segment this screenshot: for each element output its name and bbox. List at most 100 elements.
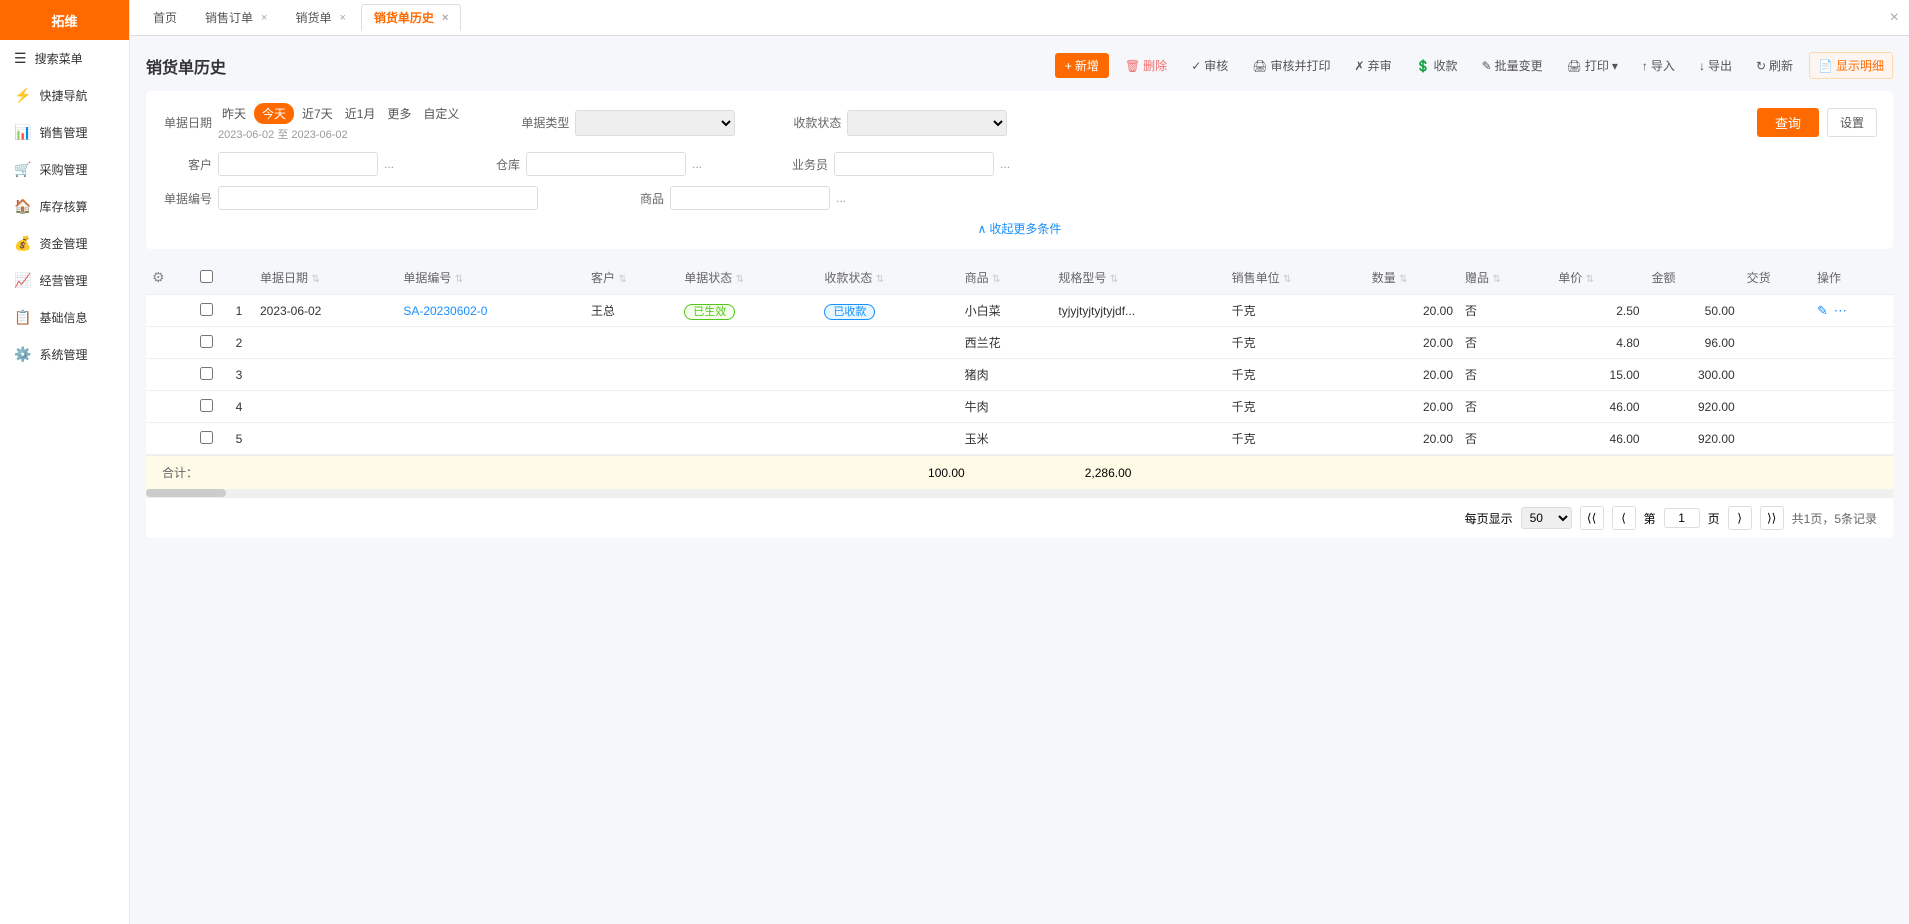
row-checkbox[interactable]: [200, 431, 213, 444]
sidebar-item-search-menu[interactable]: ☰ 搜索菜单: [0, 40, 129, 77]
delete-button[interactable]: 🗑 删除: [1117, 53, 1175, 78]
tab-sales-history-close[interactable]: ×: [442, 12, 448, 24]
tab-close-all-button[interactable]: ×: [1890, 9, 1899, 27]
collapse-button[interactable]: ∧ 收起更多条件: [162, 220, 1877, 237]
col-price-header[interactable]: 单价 ⇅: [1552, 261, 1645, 295]
batch-change-button[interactable]: ✎ 批量变更: [1474, 53, 1551, 78]
warehouse-ellipsis[interactable]: ...: [692, 157, 702, 171]
select-all-checkbox[interactable]: [200, 270, 213, 283]
filter-goods: 商品 ...: [614, 186, 846, 210]
shortcut-today[interactable]: 今天: [254, 103, 294, 124]
cell-spec: [1052, 391, 1225, 423]
shortcut-7days[interactable]: 近7天: [298, 103, 337, 124]
sidebar-item-inventory[interactable]: 🏠 库存核算: [0, 188, 129, 225]
cell-paystatus: 已收款: [818, 295, 958, 327]
salesman-input[interactable]: [834, 152, 994, 176]
customer-input[interactable]: [218, 152, 378, 176]
more-op-btn[interactable]: ⋯: [1834, 303, 1847, 319]
shortcut-more[interactable]: 更多: [383, 103, 415, 124]
col-transaction-header[interactable]: 交货: [1741, 261, 1811, 295]
col-amount-header[interactable]: 金额: [1646, 261, 1741, 295]
setting-button[interactable]: 设置: [1827, 108, 1877, 137]
row-checkbox[interactable]: [200, 335, 213, 348]
col-unit-header[interactable]: 销售单位 ⇅: [1226, 261, 1366, 295]
cell-docno: [397, 423, 585, 455]
collect-button[interactable]: 💲 收款: [1408, 53, 1466, 78]
query-button[interactable]: 查询: [1757, 108, 1819, 137]
table-footer: 合计： 100.00 2,286.00: [146, 455, 1893, 489]
show-detail-button[interactable]: 📄 显示明细: [1809, 52, 1893, 79]
payment-status-select[interactable]: [847, 110, 1007, 136]
cell-num: 5: [224, 423, 254, 455]
col-paystatus-header[interactable]: 收款状态 ⇅: [818, 261, 958, 295]
tab-sales-order[interactable]: 销售订单 ×: [192, 4, 280, 31]
last-page-button[interactable]: ⟩⟩: [1760, 506, 1784, 530]
col-gift-header[interactable]: 赠品 ⇅: [1459, 261, 1552, 295]
cell-unit: 千克: [1226, 391, 1366, 423]
doc-no-link[interactable]: SA-20230602-0: [403, 304, 487, 318]
new-button[interactable]: + 新增: [1055, 53, 1109, 78]
tab-sales-order-close[interactable]: ×: [261, 12, 267, 24]
sidebar-item-purchase-mgmt[interactable]: 🛒 采购管理: [0, 151, 129, 188]
sidebar-item-quick-nav[interactable]: ⚡ 快捷导航: [0, 77, 129, 114]
cell-checkbox: [194, 295, 224, 327]
refresh-button[interactable]: ↻ 刷新: [1748, 53, 1801, 78]
col-qty-header[interactable]: 数量 ⇅: [1366, 261, 1459, 295]
col-docstatus-label: 单据状态: [684, 271, 732, 285]
first-page-button[interactable]: ⟨⟨: [1580, 506, 1604, 530]
cell-goods: 小白菜: [959, 295, 1053, 327]
doc-no-input[interactable]: [218, 186, 538, 210]
page-content: 销货单历史 + 新增 🗑 删除 ✓ 审核 🖨 审核并打印: [130, 36, 1909, 924]
sidebar-item-sales-mgmt[interactable]: 📊 销售管理: [0, 114, 129, 151]
col-date-header[interactable]: 单据日期 ⇅: [254, 261, 397, 295]
salesman-ellipsis[interactable]: ...: [1000, 157, 1010, 171]
audit-print-button[interactable]: 🖨 审核并打印: [1244, 53, 1338, 78]
export-button[interactable]: ↓ 导出: [1691, 53, 1740, 78]
abandon-button[interactable]: ✗ 弃审: [1347, 53, 1400, 78]
next-page-button[interactable]: ⟩: [1728, 506, 1752, 530]
col-customer-header[interactable]: 客户 ⇅: [585, 261, 678, 295]
col-docno-header[interactable]: 单据编号 ⇅: [397, 261, 585, 295]
edit-op-btn[interactable]: ✎: [1817, 303, 1828, 319]
page-number-input[interactable]: [1664, 508, 1700, 528]
shortcut-custom[interactable]: 自定义: [419, 103, 463, 124]
goods-input[interactable]: [670, 186, 830, 210]
row-checkbox[interactable]: [200, 367, 213, 380]
row-checkbox[interactable]: [200, 303, 213, 316]
cell-transaction: [1741, 359, 1811, 391]
scroll-thumb[interactable]: [146, 489, 226, 497]
shortcut-yesterday[interactable]: 昨天: [218, 103, 250, 124]
delete-icon: 🗑: [1125, 59, 1140, 73]
prev-page-button[interactable]: ⟨: [1612, 506, 1636, 530]
row-checkbox[interactable]: [200, 399, 213, 412]
sidebar-item-finance[interactable]: 💰 资金管理: [0, 225, 129, 262]
sidebar-item-operations[interactable]: 📈 经营管理: [0, 262, 129, 299]
print-button[interactable]: 🖨 打印 ▾: [1559, 53, 1626, 78]
cell-transaction: [1741, 327, 1811, 359]
date-shortcut-row: 昨天 今天 近7天 近1月 更多 自定义: [218, 103, 463, 124]
horizontal-scrollbar[interactable]: [146, 489, 1893, 497]
tab-sales-history[interactable]: 销货单历史 ×: [361, 4, 461, 31]
shortcut-1month[interactable]: 近1月: [341, 103, 380, 124]
table-row: 12023-06-02SA-20230602-0王总已生效已收款小白菜tyjyj…: [146, 295, 1893, 327]
col-docstatus-header[interactable]: 单据状态 ⇅: [678, 261, 818, 295]
audit-button[interactable]: ✓ 审核: [1183, 53, 1236, 78]
customer-ellipsis[interactable]: ...: [384, 157, 394, 171]
page-size-select[interactable]: 50 100 200: [1521, 507, 1572, 529]
warehouse-input[interactable]: [526, 152, 686, 176]
doc-type-select[interactable]: [575, 110, 735, 136]
tab-sales-delivery[interactable]: 销货单 ×: [282, 4, 358, 31]
col-spec-header[interactable]: 规格型号 ⇅: [1052, 261, 1225, 295]
tab-home[interactable]: 首页: [140, 4, 190, 31]
sidebar-item-sys-mgmt[interactable]: ⚙️ 系统管理: [0, 336, 129, 373]
purchase-icon: 🛒: [14, 161, 31, 178]
filter-doc-no: 单据编号: [162, 186, 538, 210]
tab-sales-delivery-close[interactable]: ×: [339, 12, 345, 24]
import-button[interactable]: ↑ 导入: [1634, 53, 1683, 78]
sidebar: 拓维 ☰ 搜索菜单 ⚡ 快捷导航 📊 销售管理 🛒 采购管理 🏠 库存核算 💰 …: [0, 0, 130, 924]
table-settings-icon[interactable]: ⚙: [152, 269, 165, 285]
col-goods-header[interactable]: 商品 ⇅: [959, 261, 1053, 295]
sidebar-item-base-info[interactable]: 📋 基础信息: [0, 299, 129, 336]
goods-ellipsis[interactable]: ...: [836, 191, 846, 205]
cell-gift: 否: [1459, 327, 1552, 359]
